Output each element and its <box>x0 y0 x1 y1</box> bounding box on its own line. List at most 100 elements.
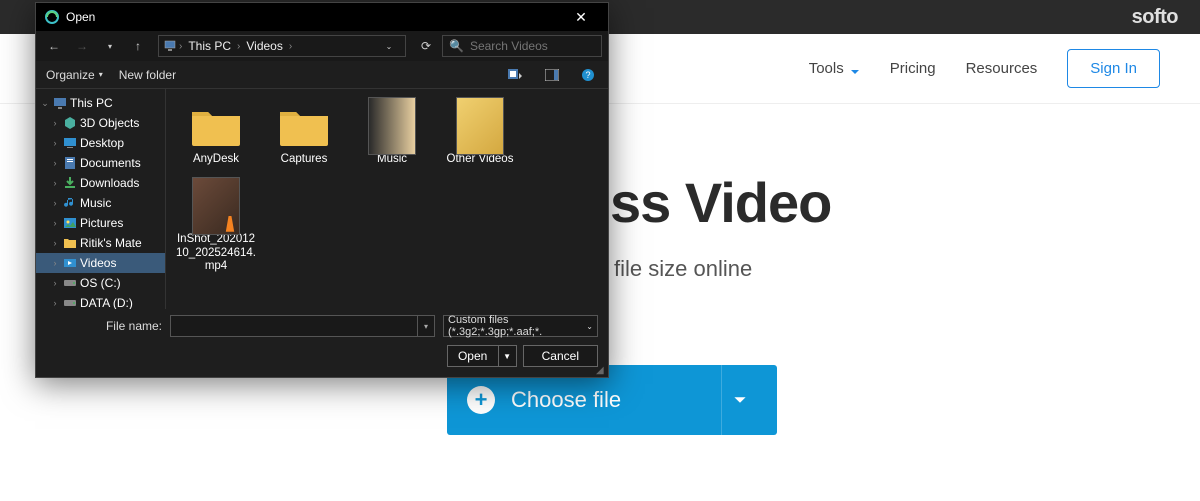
pc-icon <box>53 96 67 110</box>
tree-item-documents[interactable]: › Documents <box>36 153 165 173</box>
choose-file-dropdown[interactable] <box>721 365 757 435</box>
resize-grip[interactable]: ◢ <box>596 365 606 375</box>
file-item[interactable]: Music <box>350 97 434 173</box>
tree-label: This PC <box>70 96 113 110</box>
file-label: Music <box>377 153 407 167</box>
view-options-button[interactable] <box>506 65 526 85</box>
tree-expand-icon[interactable]: › <box>50 298 60 308</box>
tree-label: DATA (D:) <box>80 296 133 309</box>
tree-item-ritik-s-mate[interactable]: ›Ritik's Mate <box>36 233 165 253</box>
tree-expand-icon[interactable]: › <box>50 258 60 268</box>
preview-pane-button[interactable] <box>542 65 562 85</box>
tree-expand-icon[interactable]: ⌄ <box>40 98 50 109</box>
file-label: AnyDesk <box>193 153 239 167</box>
tree-label: Pictures <box>80 216 123 230</box>
nav-tree[interactable]: ⌄This PC›3D Objects›Desktop›Documents›Do… <box>36 89 166 309</box>
tree-label: Downloads <box>80 176 139 190</box>
new-folder-button[interactable]: New folder <box>119 68 176 82</box>
search-input[interactable] <box>470 39 595 53</box>
address-dropdown-icon[interactable]: ⌄ <box>377 34 401 58</box>
recent-dropdown-icon[interactable]: ▾ <box>98 34 122 58</box>
folder-icon <box>452 103 508 149</box>
tree-item-data-d-[interactable]: › DATA (D:) <box>36 293 165 309</box>
hero-subtitle: file size online <box>614 256 752 282</box>
signin-button[interactable]: Sign In <box>1067 49 1160 88</box>
filename-history-dropdown[interactable]: ▾ <box>417 315 434 337</box>
tree-item-downloads[interactable]: › Downloads <box>36 173 165 193</box>
file-label: Other Videos <box>447 153 514 167</box>
file-item[interactable]: Captures <box>262 97 346 173</box>
drive-icon <box>63 276 77 290</box>
video-thumbnail-icon <box>188 183 244 229</box>
address-bar[interactable]: › This PC › Videos › ⌄ <box>158 35 406 57</box>
tree-label: Documents <box>80 156 141 170</box>
svg-text:?: ? <box>585 70 590 80</box>
tree-item-os-c-[interactable]: › OS (C:) <box>36 273 165 293</box>
file-label: InShot_20201210_202524614.mp4 <box>176 233 256 274</box>
tree-item-music[interactable]: ›Music <box>36 193 165 213</box>
drive-icon <box>63 296 77 309</box>
chevron-down-icon: ▾ <box>99 70 103 79</box>
nav-resources[interactable]: Resources <box>966 60 1038 77</box>
filename-input[interactable] <box>171 319 417 333</box>
filename-label: File name: <box>46 319 162 333</box>
organize-button[interactable]: Organize ▾ <box>46 68 103 82</box>
tree-label: Desktop <box>80 136 124 150</box>
breadcrumb-thispc[interactable]: This PC <box>184 39 235 53</box>
folder-icon <box>63 236 77 250</box>
dialog-title: Open <box>66 10 562 24</box>
file-item[interactable]: AnyDesk <box>174 97 258 173</box>
open-button[interactable]: Open ▼ <box>447 345 517 367</box>
file-grid[interactable]: AnyDesk Captures Music Other Videos InShot_2… <box>166 89 608 309</box>
forward-button[interactable]: → <box>70 34 94 58</box>
tree-expand-icon[interactable]: › <box>50 178 60 188</box>
tree-item-this-pc[interactable]: ⌄ This PC <box>36 93 165 113</box>
tree-item-3d-objects[interactable]: ›3D Objects <box>36 113 165 133</box>
breadcrumb-videos[interactable]: Videos <box>242 39 286 53</box>
brand-logo: softo <box>1132 6 1178 29</box>
tree-item-pictures[interactable]: › Pictures <box>36 213 165 233</box>
pictures-icon <box>63 216 77 230</box>
folder-icon <box>188 103 244 149</box>
tree-expand-icon[interactable]: › <box>50 278 60 288</box>
downloads-icon <box>63 176 77 190</box>
open-button-dropdown[interactable]: ▼ <box>498 346 516 366</box>
search-box[interactable]: 🔍 <box>442 35 602 57</box>
cancel-button[interactable]: Cancel <box>523 345 598 367</box>
breadcrumb-sep: › <box>179 41 182 52</box>
help-button[interactable]: ? <box>578 65 598 85</box>
tree-expand-icon[interactable]: › <box>50 218 60 228</box>
tree-expand-icon[interactable]: › <box>50 238 60 248</box>
tree-item-videos[interactable]: › Videos <box>36 253 165 273</box>
music-icon <box>63 196 77 210</box>
choose-file-label: Choose file <box>511 387 721 413</box>
refresh-button[interactable]: ⟳ <box>414 34 438 58</box>
close-button[interactable]: ✕ <box>562 3 600 31</box>
breadcrumb-sep: › <box>237 41 240 52</box>
dialog-body: ⌄This PC›3D Objects›Desktop›Documents›Do… <box>36 89 608 309</box>
file-type-filter[interactable]: Custom files (*.3g2;*.3gp;*.aaf;*. ⌄ <box>443 315 598 337</box>
nav-pricing[interactable]: Pricing <box>890 60 936 77</box>
open-button-label: Open <box>448 349 498 363</box>
desktop-icon <box>63 136 77 150</box>
dialog-titlebar[interactable]: Open ✕ <box>36 3 608 31</box>
tree-expand-icon[interactable]: › <box>50 158 60 168</box>
nav-tools[interactable]: Tools <box>809 60 860 77</box>
tree-expand-icon[interactable]: › <box>50 118 60 128</box>
tree-expand-icon[interactable]: › <box>50 138 60 148</box>
up-button[interactable]: ↑ <box>126 34 150 58</box>
edge-icon <box>44 9 60 25</box>
filter-text: Custom files (*.3g2;*.3gp;*.aaf;*. <box>448 314 586 338</box>
file-item[interactable]: Other Videos <box>438 97 522 173</box>
chevron-down-icon: ⌄ <box>586 322 593 331</box>
back-button[interactable]: ← <box>42 34 66 58</box>
tree-item-desktop[interactable]: › Desktop <box>36 133 165 153</box>
file-item[interactable]: InShot_20201210_202524614.mp4 <box>174 177 258 280</box>
tree-label: OS (C:) <box>80 276 121 290</box>
filename-input-wrap[interactable]: ▾ <box>170 315 435 337</box>
tree-expand-icon[interactable]: › <box>50 198 60 208</box>
tree-label: Videos <box>80 256 116 270</box>
plus-icon: + <box>467 386 495 414</box>
organize-label: Organize <box>46 68 95 82</box>
3d-icon <box>63 116 77 130</box>
